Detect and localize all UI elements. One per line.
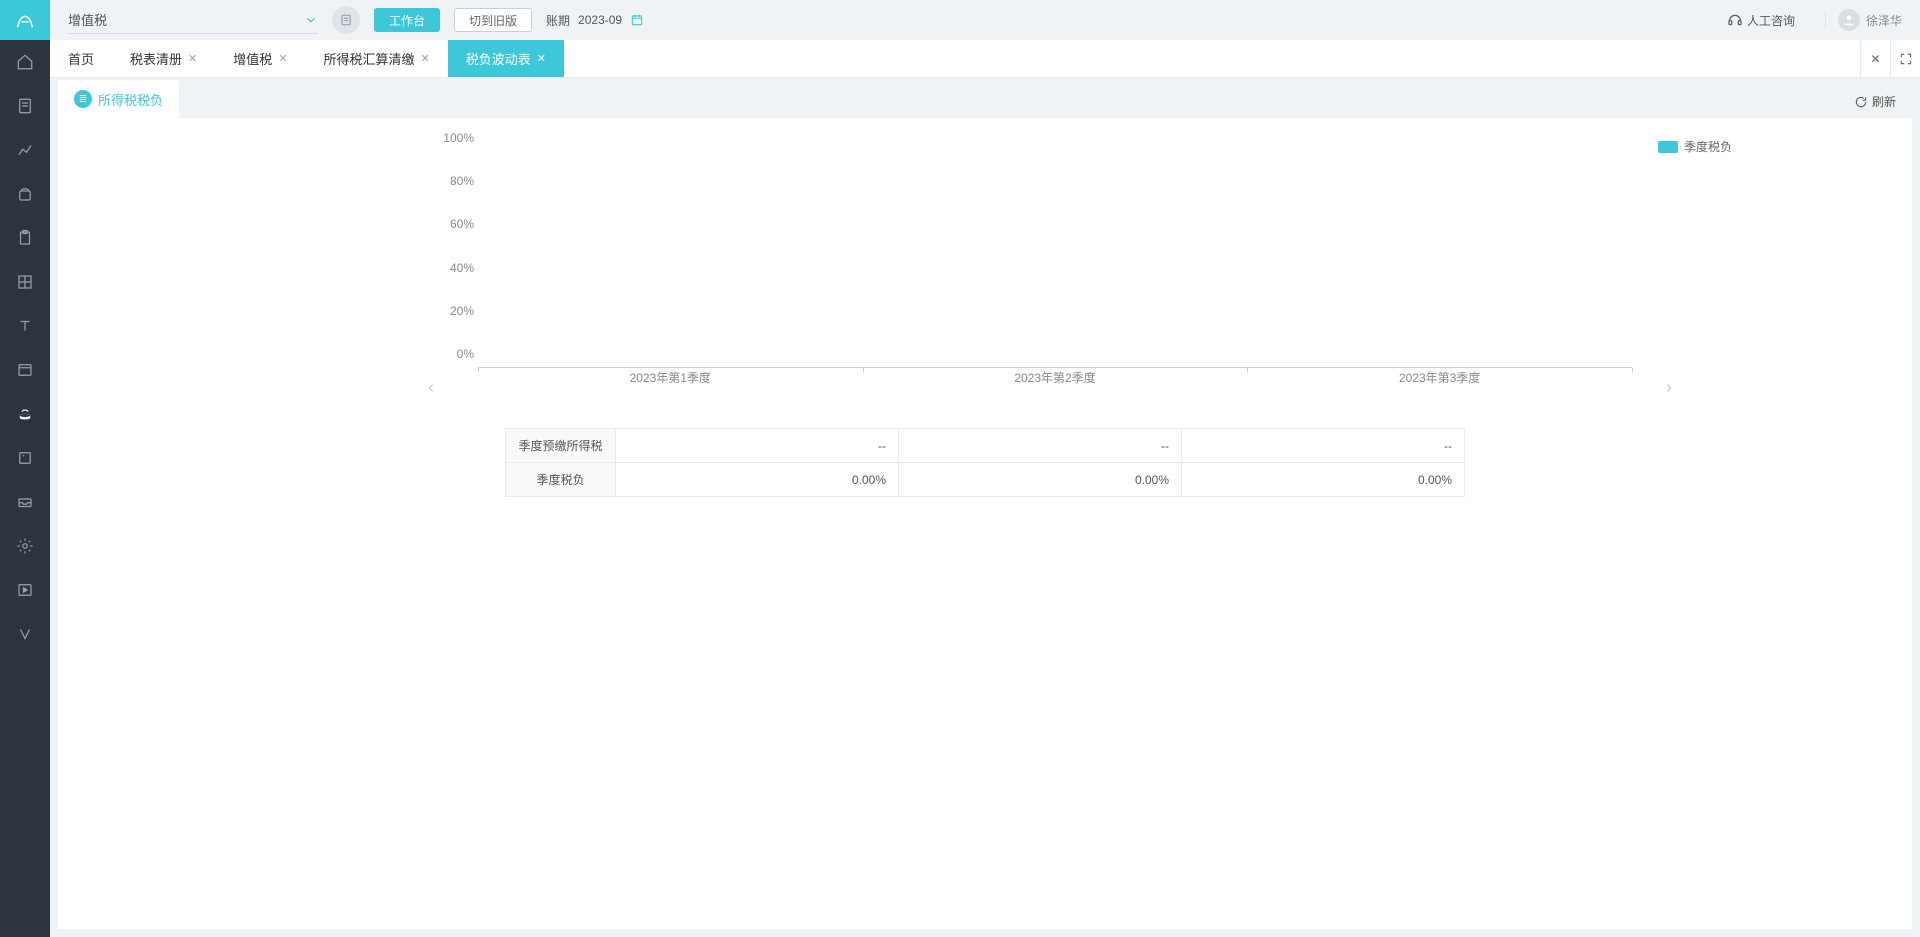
tab-label: 增值税 [233, 49, 272, 68]
legend-swatch [1658, 141, 1678, 153]
nav-bag[interactable] [0, 172, 50, 216]
calendar-icon[interactable] [630, 13, 644, 27]
cell: 0.00% [616, 463, 899, 497]
nav-box[interactable] [0, 436, 50, 480]
nav-window[interactable] [0, 348, 50, 392]
data-table: 季度预缴所得税 -- -- -- 季度税负 0.00% 0.00% 0.00% [505, 428, 1465, 497]
cell: 0.00% [899, 463, 1182, 497]
nav-grid[interactable] [0, 260, 50, 304]
app-logo [0, 0, 50, 40]
nav-play[interactable] [0, 568, 50, 612]
chevron-down-icon [304, 13, 318, 27]
workspace-button-label: 工作台 [389, 12, 425, 29]
ytick: 20% [428, 304, 474, 318]
row-header: 季度预缴所得税 [506, 429, 616, 463]
tab-tax-burden[interactable]: 税负波动表 ✕ [448, 40, 564, 77]
chart-legend: 季度税负 [1658, 138, 1732, 155]
subtabs: ≣ 所得税税负 刷新 [50, 78, 1920, 118]
refresh-label: 刷新 [1872, 93, 1896, 110]
xaxis [478, 367, 1632, 368]
divider [1825, 11, 1826, 29]
content-panel: 季度税负 ‹ › 0% 20% 40% 60% 80% 100% 2023年第1… [58, 118, 1912, 929]
nav-inbox[interactable] [0, 480, 50, 524]
topbar: 增值税 工作台 切到旧版 账期 2023-09 人工咨询 [50, 0, 1920, 40]
table-row: 季度税负 0.00% 0.00% 0.00% [506, 463, 1465, 497]
company-list-button[interactable] [332, 6, 360, 34]
chart-next-button[interactable]: › [1666, 377, 1672, 398]
ytick: 100% [428, 131, 474, 145]
nav-clipboard[interactable] [0, 216, 50, 260]
tab-tax-list[interactable]: 税表清册 ✕ [112, 40, 215, 77]
chart: 季度税负 ‹ › 0% 20% 40% 60% 80% 100% 2023年第1… [138, 138, 1832, 398]
nav-doc[interactable] [0, 84, 50, 128]
cell: -- [616, 429, 899, 463]
user-name: 徐泽华 [1866, 12, 1902, 29]
xtick-label: 2023年第1季度 [630, 369, 711, 386]
tab-home[interactable]: 首页 [50, 40, 112, 77]
tab-label: 税负波动表 [466, 49, 531, 68]
nav-chart[interactable] [0, 128, 50, 172]
nav-text[interactable] [0, 304, 50, 348]
switch-old-button[interactable]: 切到旧版 [454, 8, 532, 32]
chart-plot: 0% 20% 40% 60% 80% 100% 2023年第1季度 2023年第… [478, 152, 1632, 368]
sheet-icon: ≣ [74, 90, 92, 108]
ytick: 0% [428, 347, 474, 361]
refresh-button[interactable]: 刷新 [1854, 93, 1896, 110]
row-header: 季度税负 [506, 463, 616, 497]
refresh-icon [1854, 95, 1868, 109]
avatar-icon [1838, 9, 1860, 31]
xtick-label: 2023年第3季度 [1399, 369, 1480, 386]
nav-home[interactable] [0, 40, 50, 84]
tab-vat[interactable]: 增值税 ✕ [215, 40, 305, 77]
close-icon[interactable]: ✕ [421, 52, 430, 65]
switch-old-button-label: 切到旧版 [469, 12, 517, 29]
ytick: 80% [428, 174, 474, 188]
tax-type-selector[interactable]: 增值税 [68, 6, 318, 34]
nav-tax[interactable] [0, 392, 50, 436]
legend-label: 季度税负 [1684, 138, 1732, 155]
period-label: 账期 [546, 12, 570, 29]
sidebar [0, 0, 50, 937]
tab-label: 首页 [68, 49, 94, 68]
workspace-button[interactable]: 工作台 [374, 8, 440, 32]
table-row: 季度预缴所得税 -- -- -- [506, 429, 1465, 463]
close-icon[interactable]: ✕ [537, 52, 546, 65]
subtab-label: 所得税税负 [98, 90, 163, 109]
fullscreen-button[interactable] [1890, 40, 1920, 77]
consult-label: 人工咨询 [1747, 12, 1795, 29]
main-area: 增值税 工作台 切到旧版 账期 2023-09 人工咨询 [50, 0, 1920, 937]
tab-label: 税表清册 [130, 49, 182, 68]
ytick: 40% [428, 261, 474, 275]
tax-type-label: 增值税 [68, 10, 304, 29]
tab-income-tax[interactable]: 所得税汇算清缴 ✕ [305, 40, 447, 77]
xtick-label: 2023年第2季度 [1014, 369, 1095, 386]
close-icon[interactable]: ✕ [278, 52, 287, 65]
nav-settings[interactable] [0, 524, 50, 568]
subtab-income-tax-burden[interactable]: ≣ 所得税税负 [58, 80, 179, 118]
ytick: 60% [428, 217, 474, 231]
sidebar-nav [0, 40, 50, 656]
tabstrip: 首页 税表清册 ✕ 增值税 ✕ 所得税汇算清缴 ✕ 税负波动表 ✕ ✕ [50, 40, 1920, 78]
tab-label: 所得税汇算清缴 [323, 49, 414, 68]
chart-prev-button[interactable]: ‹ [428, 377, 434, 398]
user-menu[interactable]: 徐泽华 [1838, 9, 1902, 31]
close-icon[interactable]: ✕ [188, 52, 197, 65]
period-value[interactable]: 2023-09 [578, 13, 622, 27]
headset-icon [1727, 12, 1743, 28]
cell: -- [1182, 429, 1465, 463]
close-all-tabs-button[interactable]: ✕ [1860, 40, 1890, 77]
nav-v[interactable] [0, 612, 50, 656]
cell: -- [899, 429, 1182, 463]
consult-button[interactable]: 人工咨询 [1727, 12, 1795, 29]
cell: 0.00% [1182, 463, 1465, 497]
